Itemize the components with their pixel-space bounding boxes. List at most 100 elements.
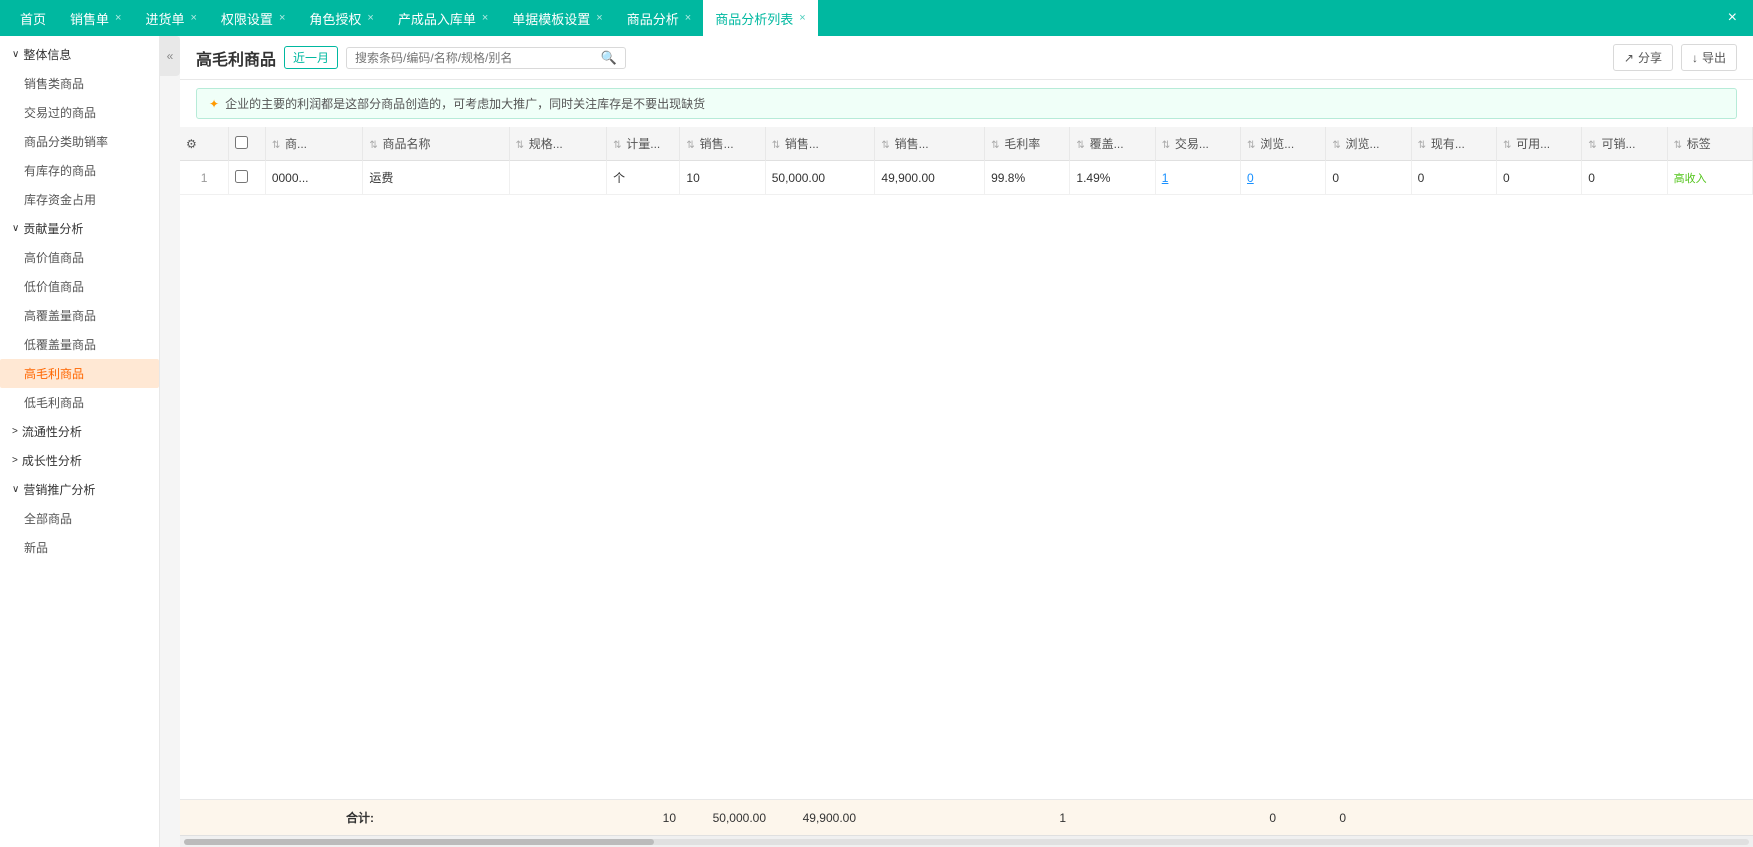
sort-icon: ⇅ — [1588, 140, 1599, 151]
col-header-6[interactable]: ⇅ 销售... — [875, 127, 985, 161]
sidebar: ∨整体信息销售类商品交易过的商品商品分类助销率有库存的商品库存资金占用∨贡献量分… — [0, 36, 160, 847]
table-settings-col[interactable]: ⚙ — [180, 127, 229, 161]
col-header-14[interactable]: ⇅ 可销... — [1582, 127, 1667, 161]
sidebar-item-交易过的商品[interactable]: 交易过的商品 — [0, 98, 159, 127]
sort-icon: ⇅ — [1076, 140, 1087, 151]
col-header-13[interactable]: ⇅ 可用... — [1496, 127, 1581, 161]
saleable-stock: 0 — [1582, 161, 1667, 195]
settings-icon[interactable]: ⚙ — [186, 137, 197, 151]
sidebar-item-低覆盖量商品[interactable]: 低覆盖量商品 — [0, 330, 159, 359]
table-footer: 合计: 10 50,000.00 49,900.00 1 0 0 — [180, 799, 1753, 835]
nav-close-商品分析[interactable]: × — [685, 12, 691, 24]
sidebar-item-库存资金占用[interactable]: 库存资金占用 — [0, 185, 159, 214]
col-header-1[interactable]: ⇅ 商品名称 — [363, 127, 509, 161]
nav-close-单据模板设置[interactable]: × — [596, 12, 602, 24]
search-icon[interactable]: 🔍 — [601, 50, 617, 66]
sales-amount2: 49,900.00 — [875, 161, 985, 195]
nav-close-进货单[interactable]: × — [190, 12, 196, 24]
sidebar-group-营销推广分析[interactable]: ∨营销推广分析 — [0, 475, 159, 504]
col-header-10[interactable]: ⇅ 浏览... — [1241, 127, 1326, 161]
info-banner-text: 企业的主要的利润都是这部分商品创造的，可考虑加大推广，同时关注库存是不要出现缺货 — [225, 95, 705, 112]
row-checkbox-input[interactable] — [235, 170, 248, 183]
sidebar-group-贡献量分析[interactable]: ∨贡献量分析 — [0, 214, 159, 243]
col-header-2[interactable]: ⇅ 规格... — [509, 127, 607, 161]
table-checkbox-col — [229, 127, 266, 161]
share-button[interactable]: ↗ 分享 — [1613, 44, 1673, 71]
sort-icon: ⇅ — [272, 140, 283, 151]
sort-icon: ⇅ — [369, 140, 380, 151]
sort-icon: ⇅ — [1332, 140, 1343, 151]
horizontal-scrollbar[interactable] — [180, 835, 1753, 847]
table-header-row: ⚙⇅ 商...⇅ 商品名称⇅ 规格...⇅ 计量...⇅ 销售...⇅ 销售..… — [180, 127, 1753, 161]
sidebar-item-高覆盖量商品[interactable]: 高覆盖量商品 — [0, 301, 159, 330]
sort-icon: ⇅ — [1162, 140, 1173, 151]
sidebar-item-高毛利商品[interactable]: 高毛利商品 — [0, 359, 159, 388]
nav-item-角色授权[interactable]: 角色授权× — [297, 0, 385, 36]
main-layout: ∨整体信息销售类商品交易过的商品商品分类助销率有库存的商品库存资金占用∨贡献量分… — [0, 36, 1753, 847]
gross-rate: 99.8% — [985, 161, 1070, 195]
nav-item-产成品入库单[interactable]: 产成品入库单× — [386, 0, 500, 36]
col-header-9[interactable]: ⇅ 交易... — [1155, 127, 1240, 161]
expand-arrow-icon: ∨ — [12, 49, 19, 60]
select-all-checkbox[interactable] — [235, 136, 248, 149]
col-header-12[interactable]: ⇅ 现有... — [1411, 127, 1496, 161]
table-row: 10000...运费个1050,000.0049,900.0099.8%1.49… — [180, 161, 1753, 195]
nav-item-权限设置[interactable]: 权限设置× — [209, 0, 297, 36]
sort-icon: ⇅ — [1418, 140, 1429, 151]
sales-qty: 10 — [680, 161, 765, 195]
nav-item-单据模板设置[interactable]: 单据模板设置× — [500, 0, 614, 36]
close-all-button[interactable]: × — [1720, 9, 1745, 27]
nav-item-销售单[interactable]: 销售单× — [58, 0, 133, 36]
col-header-5[interactable]: ⇅ 销售... — [765, 127, 875, 161]
sidebar-item-低价值商品[interactable]: 低价值商品 — [0, 272, 159, 301]
nav-close-商品分析列表[interactable]: × — [799, 12, 805, 24]
sort-icon: ⇅ — [1674, 140, 1685, 151]
nav-close-产成品入库单[interactable]: × — [482, 12, 488, 24]
product-tag: 高收入 — [1667, 161, 1752, 195]
nav-item-商品分析[interactable]: 商品分析× — [615, 0, 703, 36]
nav-close-权限设置[interactable]: × — [279, 12, 285, 24]
sales-amount: 50,000.00 — [765, 161, 875, 195]
tip-icon: ✦ — [209, 97, 219, 111]
nav-close-角色授权[interactable]: × — [367, 12, 373, 24]
col-header-8[interactable]: ⇅ 覆盖... — [1070, 127, 1155, 161]
sidebar-item-新品[interactable]: 新品 — [0, 533, 159, 562]
sidebar-item-低毛利商品[interactable]: 低毛利商品 — [0, 388, 159, 417]
share-icon: ↗ — [1624, 51, 1634, 65]
export-button[interactable]: ↓ 导出 — [1681, 44, 1737, 71]
scrollbar-thumb[interactable] — [184, 839, 654, 845]
col-header-15[interactable]: ⇅ 标签 — [1667, 127, 1752, 161]
sidebar-collapse-button[interactable]: « — [160, 36, 180, 76]
expand-arrow-icon: > — [12, 426, 18, 437]
expand-arrow-icon: > — [12, 455, 18, 466]
sidebar-item-有库存的商品[interactable]: 有库存的商品 — [0, 156, 159, 185]
sidebar-item-销售类商品[interactable]: 销售类商品 — [0, 69, 159, 98]
search-input[interactable] — [355, 51, 601, 65]
footer-sales-amt: 50,000.00 — [676, 811, 766, 825]
col-header-3[interactable]: ⇅ 计量... — [607, 127, 680, 161]
scrollbar-track — [184, 839, 1749, 845]
sort-icon: ⇅ — [686, 140, 697, 151]
period-button[interactable]: 近一月 — [284, 46, 338, 69]
nav-item-商品分析列表[interactable]: 商品分析列表× — [703, 0, 817, 36]
expand-arrow-icon: ∨ — [12, 223, 19, 234]
nav-item-首页[interactable]: 首页 — [8, 0, 58, 36]
sidebar-group-流通性分析[interactable]: >流通性分析 — [0, 417, 159, 446]
data-table: ⚙⇅ 商...⇅ 商品名称⇅ 规格...⇅ 计量...⇅ 销售...⇅ 销售..… — [180, 127, 1753, 195]
col-header-7[interactable]: ⇅ 毛利率 — [985, 127, 1070, 161]
sort-icon: ⇅ — [613, 140, 624, 151]
sidebar-group-整体信息[interactable]: ∨整体信息 — [0, 40, 159, 69]
nav-item-进货单[interactable]: 进货单× — [133, 0, 208, 36]
sort-icon: ⇅ — [1503, 140, 1514, 151]
sidebar-group-成长性分析[interactable]: >成长性分析 — [0, 446, 159, 475]
product-unit: 个 — [607, 161, 680, 195]
col-header-11[interactable]: ⇅ 浏览... — [1326, 127, 1411, 161]
sidebar-item-全部商品[interactable]: 全部商品 — [0, 504, 159, 533]
sidebar-item-商品分类助销率[interactable]: 商品分类助销率 — [0, 127, 159, 156]
content-area: 高毛利商品 近一月 🔍 ↗ 分享 ↓ 导出 ✦ 企业的主要的利润都是这部分商品创… — [180, 36, 1753, 847]
col-header-0[interactable]: ⇅ 商... — [265, 127, 363, 161]
sidebar-item-高价值商品[interactable]: 高价值商品 — [0, 243, 159, 272]
col-header-4[interactable]: ⇅ 销售... — [680, 127, 765, 161]
footer-sales-qty: 10 — [606, 811, 676, 825]
nav-close-销售单[interactable]: × — [115, 12, 121, 24]
